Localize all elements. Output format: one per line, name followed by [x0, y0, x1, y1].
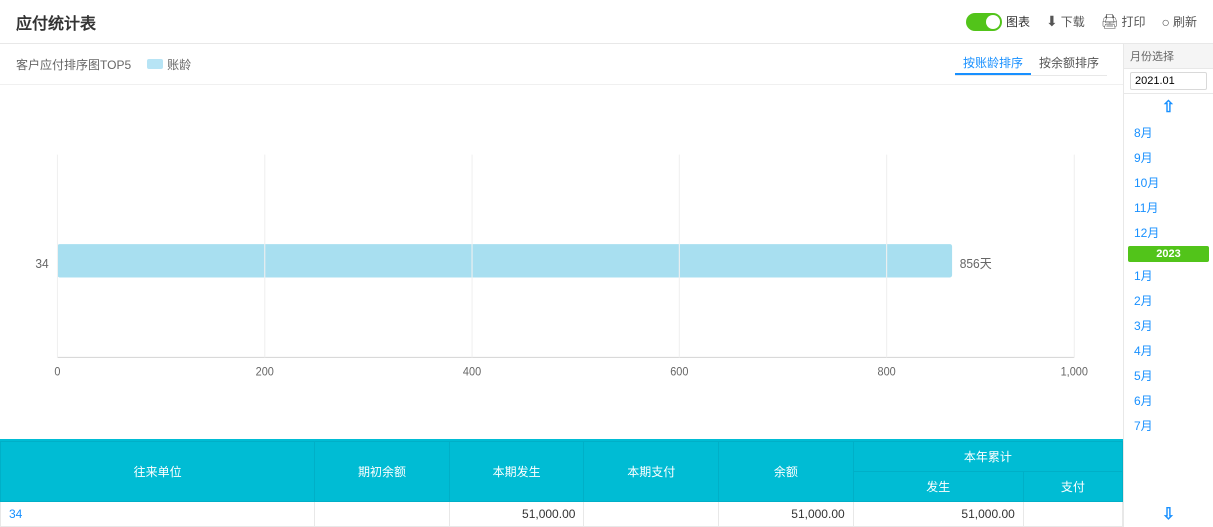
svg-text:856天: 856天	[960, 256, 992, 271]
year-month-input[interactable]	[1130, 72, 1207, 90]
sidebar-year-marker: 2023	[1128, 246, 1209, 262]
sidebar-month-list: 8月 9月 10月 11月 12月 2023 1月 2月 3月 4月 5月 6月…	[1124, 120, 1213, 501]
app-header: 应付统计表 图表 ⬇ 下载 🖨 打印 ○ 刷新	[0, 0, 1213, 44]
col-ytd-occur-header: 发生	[853, 472, 1023, 502]
sidebar-month-9[interactable]: 9月	[1124, 145, 1213, 170]
svg-text:800: 800	[878, 366, 896, 379]
sidebar-month-12[interactable]: 12月	[1124, 220, 1213, 245]
print-icon: 🖨	[1101, 13, 1119, 30]
cell-payment	[584, 502, 719, 527]
chart-area: 34 856天 0 200 400 600 800 1,000	[0, 85, 1123, 439]
sidebar-month-4[interactable]: 4月	[1124, 338, 1213, 363]
sidebar-header-label: 月份选择	[1130, 48, 1174, 64]
sidebar-month-3[interactable]: 3月	[1124, 313, 1213, 338]
legend-item: 客户应付排序图TOP5	[16, 56, 131, 73]
page-title: 应付统计表	[16, 10, 966, 34]
svg-text:200: 200	[256, 366, 274, 379]
col-unit-header: 往来单位	[1, 442, 315, 502]
bar-chart: 34 856天 0 200 400 600 800 1,000	[16, 95, 1107, 429]
col-ytd-pay-header: 支付	[1023, 472, 1122, 502]
sidebar-month-10[interactable]: 10月	[1124, 170, 1213, 195]
legend-label: 客户应付排序图TOP5	[16, 56, 131, 73]
sidebar-month-5[interactable]: 5月	[1124, 363, 1213, 388]
refresh-button[interactable]: ○ 刷新	[1162, 13, 1197, 30]
month-sidebar: 月份选择 ⇧ 8月 9月 10月 11月 12月 2023 1月 2月 3月 4…	[1123, 44, 1213, 527]
cell-balance: 51,000.00	[719, 502, 854, 527]
col-balance-header: 余额	[719, 442, 854, 502]
sidebar-scroll-down-button[interactable]: ⇩	[1124, 501, 1213, 527]
unit-link[interactable]: 34	[9, 507, 22, 521]
cell-opening	[315, 502, 450, 527]
sidebar-month-6[interactable]: 6月	[1124, 388, 1213, 413]
sort-buttons: 按账龄排序 按余额排序	[955, 52, 1107, 76]
sidebar-month-1[interactable]: 1月	[1124, 263, 1213, 288]
svg-text:600: 600	[670, 366, 688, 379]
col-current-header: 本期发生	[449, 442, 584, 502]
sidebar-month-2[interactable]: 2月	[1124, 288, 1213, 313]
chart-toggle-wrap[interactable]: 图表	[966, 13, 1030, 31]
sidebar-scroll-up-button[interactable]: ⇧	[1124, 94, 1213, 120]
cell-ytd-occur: 51,000.00	[853, 502, 1023, 527]
sidebar-month-11[interactable]: 11月	[1124, 195, 1213, 220]
legend-color-label: 账龄	[167, 56, 191, 73]
print-button[interactable]: 🖨 打印	[1101, 13, 1146, 30]
refresh-icon: ○	[1162, 14, 1170, 30]
svg-text:400: 400	[463, 366, 481, 379]
svg-text:0: 0	[54, 366, 60, 379]
data-table-section: 往来单位 期初余额 本期发生 本期支付 余额 本年累计 发生 支付	[0, 439, 1123, 527]
cell-unit: 34	[1, 502, 315, 527]
col-ytd-header: 本年累计	[853, 442, 1122, 472]
legend-color-item: 账龄	[147, 56, 191, 73]
col-opening-header: 期初余额	[315, 442, 450, 502]
cell-current: 51,000.00	[449, 502, 584, 527]
main-area: 客户应付排序图TOP5 账龄 按账龄排序 按余额排序 34	[0, 44, 1213, 527]
chart-section: 客户应付排序图TOP5 账龄 按账龄排序 按余额排序 34	[0, 44, 1123, 527]
download-button[interactable]: ⬇ 下载	[1046, 13, 1085, 30]
sort-by-balance-button[interactable]: 按余额排序	[1031, 52, 1107, 75]
svg-text:1,000: 1,000	[1061, 366, 1088, 379]
download-icon: ⬇	[1046, 13, 1058, 30]
cell-ytd-pay	[1023, 502, 1122, 527]
sort-by-age-button[interactable]: 按账龄排序	[955, 52, 1031, 75]
header-actions: 图表 ⬇ 下载 🖨 打印 ○ 刷新	[966, 13, 1197, 31]
col-payment-header: 本期支付	[584, 442, 719, 502]
sidebar-header: 月份选择	[1124, 44, 1213, 69]
table-header-row: 往来单位 期初余额 本期发生 本期支付 余额 本年累计	[1, 442, 1123, 472]
legend-color-box	[147, 59, 163, 69]
sidebar-month-7[interactable]: 7月	[1124, 413, 1213, 438]
chart-toggle[interactable]	[966, 13, 1002, 31]
summary-table: 往来单位 期初余额 本期发生 本期支付 余额 本年累计 发生 支付	[0, 441, 1123, 527]
chart-toolbar: 客户应付排序图TOP5 账龄 按账龄排序 按余额排序	[0, 44, 1123, 85]
svg-text:34: 34	[35, 256, 48, 271]
table-row: 34 51,000.00 51,000.00 51,000.00	[1, 502, 1123, 527]
chart-toggle-label: 图表	[1006, 13, 1030, 30]
sidebar-month-8[interactable]: 8月	[1124, 120, 1213, 145]
